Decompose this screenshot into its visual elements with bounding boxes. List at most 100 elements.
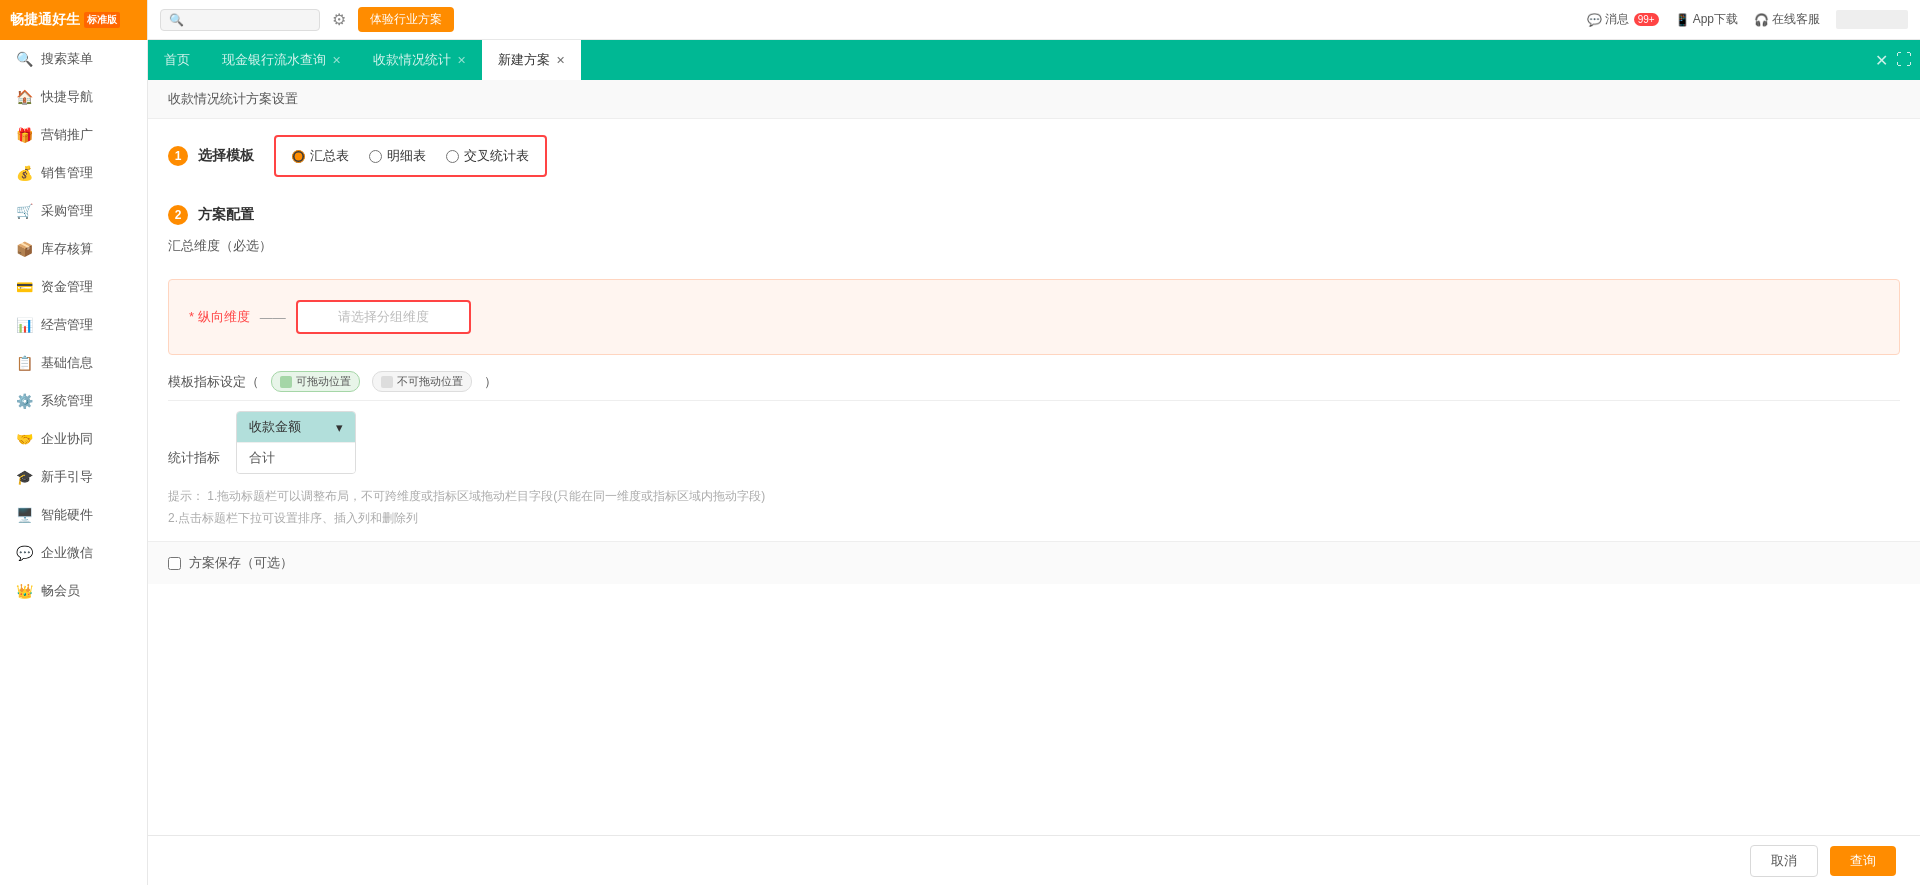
cancel-button[interactable]: 取消 [1750,845,1818,877]
tab-newplan-close[interactable]: ✕ [556,54,565,67]
draggable-label: 可拖动位置 [296,374,351,389]
step1-section: 1 选择模板 汇总表 明细表 交叉统计表 [148,119,1920,205]
sidebar-item-member[interactable]: 👑 畅会员 [0,572,147,610]
sidebar-item-finance[interactable]: 💳 资金管理 [0,268,147,306]
message-item[interactable]: 💬 消息 99+ [1587,11,1659,28]
tab-cashbank-close[interactable]: ✕ [332,54,341,67]
monitor-icon: 🖥️ [16,507,33,523]
sidebar-item-base[interactable]: 📋 基础信息 [0,344,147,382]
draggable-color-swatch [280,376,292,388]
save-checkbox[interactable] [168,557,181,570]
dimension-title: 汇总维度（必选） [168,237,272,255]
topbar-right: 💬 消息 99+ 📱 App下载 🎧 在线客服 [1587,10,1908,29]
user-item[interactable] [1836,10,1908,29]
sidebar-item-wechat[interactable]: 💬 企业微信 [0,534,147,572]
tab-collection-label: 收款情况统计 [373,51,451,69]
logo-text: 畅捷通好生 [10,11,80,29]
sidebar-item-label: 基础信息 [41,354,93,372]
tab-expand-icon[interactable]: ⛶ [1896,51,1912,69]
save-area: 方案保存（可选） [148,541,1920,584]
dim-placeholder: 请选择分组维度 [338,309,429,324]
sidebar-item-hardware[interactable]: 🖥️ 智能硬件 [0,496,147,534]
sidebar-item-label: 营销推广 [41,126,93,144]
industry-btn[interactable]: 体验行业方案 [358,7,454,32]
sidebar-item-system[interactable]: ⚙️ 系统管理 [0,382,147,420]
tab-collection-close[interactable]: ✕ [457,54,466,67]
sidebar-item-guide[interactable]: 🎓 新手引导 [0,458,147,496]
tabbar-controls: ✕ ⛶ [1867,51,1920,70]
stat-table-header[interactable]: 收款金额 ▾ [237,412,355,442]
sidebar-item-sales[interactable]: 💰 销售管理 [0,154,147,192]
logo: 畅捷通好生 标准版 [0,0,147,40]
service-item[interactable]: 🎧 在线客服 [1754,11,1820,28]
tab-newplan[interactable]: 新建方案 ✕ [482,40,581,80]
step1-title: 选择模板 [198,147,254,165]
tip-1: 提示： 1.拖动标题栏可以调整布局，不可跨维度或指标区域拖动栏目字段(只能在同一… [168,486,1900,508]
sidebar-item-search[interactable]: 🔍 搜索菜单 [0,40,147,78]
sidebar-item-purchase[interactable]: 🛒 采购管理 [0,192,147,230]
sidebar-item-collab[interactable]: 🤝 企业协同 [0,420,147,458]
template-options-box: 汇总表 明细表 交叉统计表 [274,135,547,177]
template-option-cross[interactable]: 交叉统计表 [446,147,529,165]
template-option-summary[interactable]: 汇总表 [292,147,349,165]
stat-table-area: 统计指标 收款金额 ▾ 合计 [168,411,1900,474]
settings-icon[interactable]: ⚙ [332,10,346,29]
gear-icon: ⚙️ [16,393,33,409]
label-detail: 明细表 [387,147,426,165]
indicator-header: 模板指标设定（ 可拖动位置 不可拖动位置 ） [168,371,1900,401]
sidebar-item-marketing[interactable]: 🎁 营销推广 [0,116,147,154]
sidebar-item-label: 搜索菜单 [41,50,93,68]
tab-close-all-icon[interactable]: ✕ [1875,51,1888,70]
gift-icon: 🎁 [16,127,33,143]
download-item[interactable]: 📱 App下载 [1675,11,1738,28]
save-label: 方案保存（可选） [189,554,293,572]
sidebar-item-label: 库存核算 [41,240,93,258]
non-draggable-badge: 不可拖动位置 [372,371,472,392]
chart-icon: 📊 [16,317,33,333]
sidebar-item-label: 销售管理 [41,164,93,182]
sidebar-item-management[interactable]: 📊 经营管理 [0,306,147,344]
stat-table: 收款金额 ▾ 合计 [236,411,356,474]
service-label: 在线客服 [1772,11,1820,28]
col-dropdown-icon[interactable]: ▾ [336,420,343,435]
box-icon: 📦 [16,241,33,257]
tab-cashbank[interactable]: 现金银行流水查询 ✕ [206,40,357,80]
card-icon: 💳 [16,279,33,295]
message-badge: 99+ [1634,13,1659,26]
crown-icon: 👑 [16,583,33,599]
template-option-detail[interactable]: 明细表 [369,147,426,165]
stat-label: 统计指标 [168,445,220,471]
sidebar-item-label: 智能硬件 [41,506,93,524]
tips-area: 提示： 1.拖动标题栏可以调整布局，不可跨维度或指标区域拖动栏目字段(只能在同一… [148,474,1920,541]
tab-collection[interactable]: 收款情况统计 ✕ [357,40,482,80]
radio-detail[interactable] [369,150,382,163]
logo-sub: 标准版 [84,12,120,28]
search-icon-small: 🔍 [169,13,184,27]
dim-input[interactable]: 请选择分组维度 [296,300,471,334]
radio-cross[interactable] [446,150,459,163]
sidebar-item-nav[interactable]: 🏠 快捷导航 [0,78,147,116]
sidebar-item-inventory[interactable]: 📦 库存核算 [0,230,147,268]
query-button[interactable]: 查询 [1830,846,1896,876]
guide-icon: 🎓 [16,469,33,485]
message-icon: 💬 [1587,13,1602,27]
step2-label: 2 方案配置 [168,205,1900,225]
chat-icon: 💬 [16,545,33,561]
dimension-area: * 纵向维度 —— 请选择分组维度 [168,279,1900,355]
step1-label: 1 选择模板 汇总表 明细表 交叉统计表 [168,135,1900,177]
tabbar: 首页 现金银行流水查询 ✕ 收款情况统计 ✕ 新建方案 ✕ ✕ ⛶ [148,40,1920,80]
stat-label-col: 统计指标 [168,411,220,474]
indicator-title: 模板指标设定（ [168,373,259,391]
tab-home[interactable]: 首页 [148,40,206,80]
sidebar-item-label: 采购管理 [41,202,93,220]
search-icon: 🔍 [16,51,33,67]
tip-2: 2.点击标题栏下拉可设置排序、插入列和删除列 [168,508,1900,530]
content-header: 收款情况统计方案设置 [148,80,1920,119]
search-box[interactable]: 🔍 [160,9,320,31]
main-area: 🔍 ⚙ 体验行业方案 💬 消息 99+ 📱 App下载 🎧 在线客服 [148,0,1920,885]
tab-home-label: 首页 [164,51,190,69]
footer-buttons: 取消 查询 [148,835,1920,885]
sidebar-item-label: 企业协同 [41,430,93,448]
radio-summary[interactable] [292,150,305,163]
money-icon: 💰 [16,165,33,181]
